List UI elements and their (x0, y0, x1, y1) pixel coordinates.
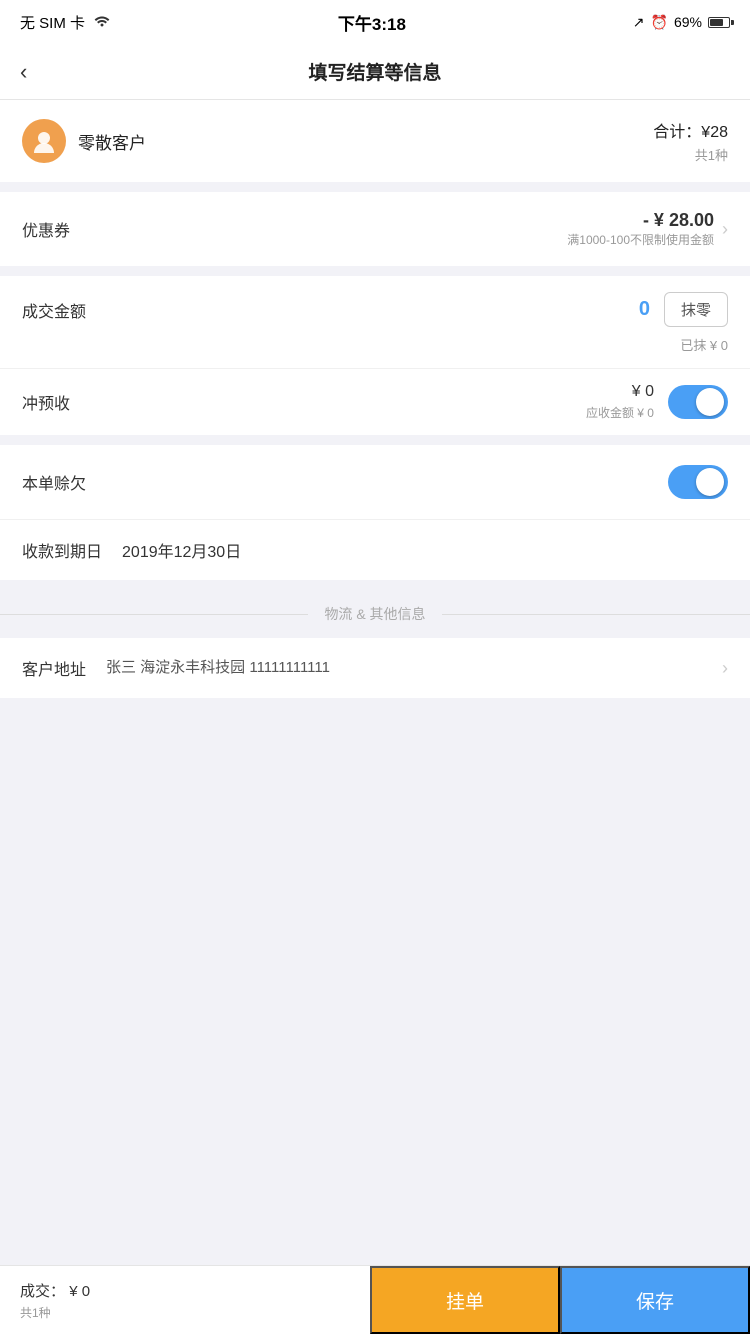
bottom-bar: 成交： ¥ 0 共1种 挂单 保存 (0, 1265, 750, 1334)
section-divider-text: 物流 & 其他信息 (308, 604, 441, 624)
address-content: 客户地址 张三 海淀永丰科技园 11111111111 (22, 656, 714, 680)
wifi-icon (93, 13, 111, 31)
debt-toggle[interactable] (668, 465, 728, 499)
round-zero-button[interactable]: 抹零 (664, 292, 728, 327)
transaction-section: 成交金额 0 抹零 已抹 ¥ 0 冲预收 ¥ 0 应收金额 ¥ 0 (0, 276, 750, 435)
transaction-row: 成交金额 0 抹零 (0, 276, 750, 335)
coupon-chevron-icon: › (722, 219, 728, 240)
coupon-description: 满1000-100不限制使用金额 (567, 231, 714, 248)
pre-collection-label: 冲预收 (22, 390, 70, 414)
coupon-amount: - ¥ 28.00 (567, 210, 714, 231)
save-button[interactable]: 保存 (560, 1266, 750, 1334)
status-bar: 无 SIM 卡 下午3:18 ↗ ⏰ 69% (0, 0, 750, 44)
no-sim-text: 无 SIM 卡 (20, 12, 85, 33)
already-rounded-text: 已抹 ¥ 0 (0, 335, 750, 368)
customer-right: 合计：¥28 共1种 (653, 118, 728, 164)
coupon-row[interactable]: 优惠券 - ¥ 28.00 满1000-100不限制使用金额 › (0, 192, 750, 266)
bottom-transaction-amount: ¥ 0 (69, 1283, 90, 1300)
customer-name: 零散客户 (78, 129, 146, 154)
transaction-right: 0 抹零 (639, 292, 728, 327)
bottom-spacer (0, 698, 750, 788)
coupon-right: - ¥ 28.00 满1000-100不限制使用金额 › (567, 210, 728, 248)
debt-label: 本单赊欠 (22, 470, 86, 494)
battery-icon (708, 17, 730, 28)
duedate-row: 收款到期日 2019年12月30日 (0, 519, 750, 580)
coupon-card[interactable]: 优惠券 - ¥ 28.00 满1000-100不限制使用金额 › (0, 192, 750, 266)
status-right: ↗ ⏰ 69% (633, 14, 730, 31)
alarm-icon: ⏰ (651, 14, 668, 31)
customer-left: 零散客户 (22, 119, 146, 163)
location-icon: ↗ (633, 14, 645, 31)
debt-row: 本单赊欠 (0, 445, 750, 519)
coupon-values: - ¥ 28.00 满1000-100不限制使用金额 (567, 210, 714, 248)
transaction-label: 成交金额 (22, 298, 86, 322)
duedate-value: 2019年12月30日 (122, 538, 241, 562)
duedate-label: 收款到期日 (22, 538, 102, 562)
pre-collection-receivable: 应收金额 ¥ 0 (586, 404, 654, 421)
battery-text: 69% (674, 14, 702, 30)
status-time: 下午3:18 (338, 10, 406, 35)
back-button[interactable]: ‹ (20, 59, 27, 85)
bottom-transaction-label: 成交： (20, 1283, 65, 1300)
coupon-label: 优惠券 (22, 217, 70, 241)
customer-row: 零散客户 合计：¥28 共1种 (0, 100, 750, 182)
pre-collection-toggle[interactable] (668, 385, 728, 419)
pre-collection-amount: ¥ 0 (586, 383, 654, 401)
debt-section: 本单赊欠 收款到期日 2019年12月30日 (0, 445, 750, 580)
debt-toggle-knob (696, 468, 724, 496)
address-value: 张三 海淀永丰科技园 11111111111 (106, 656, 714, 680)
toggle-knob (696, 388, 724, 416)
transaction-value: 0 (639, 298, 650, 321)
page-title: 填写结算等信息 (308, 58, 441, 85)
pre-collection-row: 冲预收 ¥ 0 应收金额 ¥ 0 (0, 368, 750, 435)
status-left: 无 SIM 卡 (20, 12, 111, 33)
avatar (22, 119, 66, 163)
pre-collection-right: ¥ 0 应收金额 ¥ 0 (586, 383, 728, 421)
hang-order-button[interactable]: 挂单 (370, 1266, 560, 1334)
total-count: 共1种 (653, 145, 728, 164)
nav-bar: ‹ 填写结算等信息 (0, 44, 750, 100)
address-card[interactable]: 客户地址 张三 海淀永丰科技园 11111111111 › (0, 638, 750, 698)
bottom-count: 共1种 (20, 1304, 350, 1321)
total-amount: 合计：¥28 (653, 118, 728, 142)
bottom-info: 成交： ¥ 0 共1种 (0, 1266, 370, 1334)
pre-collection-amounts: ¥ 0 应收金额 ¥ 0 (586, 383, 654, 421)
bottom-transaction: 成交： ¥ 0 (20, 1280, 350, 1301)
address-chevron-icon: › (722, 658, 728, 679)
address-label: 客户地址 (22, 656, 86, 680)
section-divider: 物流 & 其他信息 (0, 590, 750, 638)
customer-card: 零散客户 合计：¥28 共1种 (0, 100, 750, 182)
